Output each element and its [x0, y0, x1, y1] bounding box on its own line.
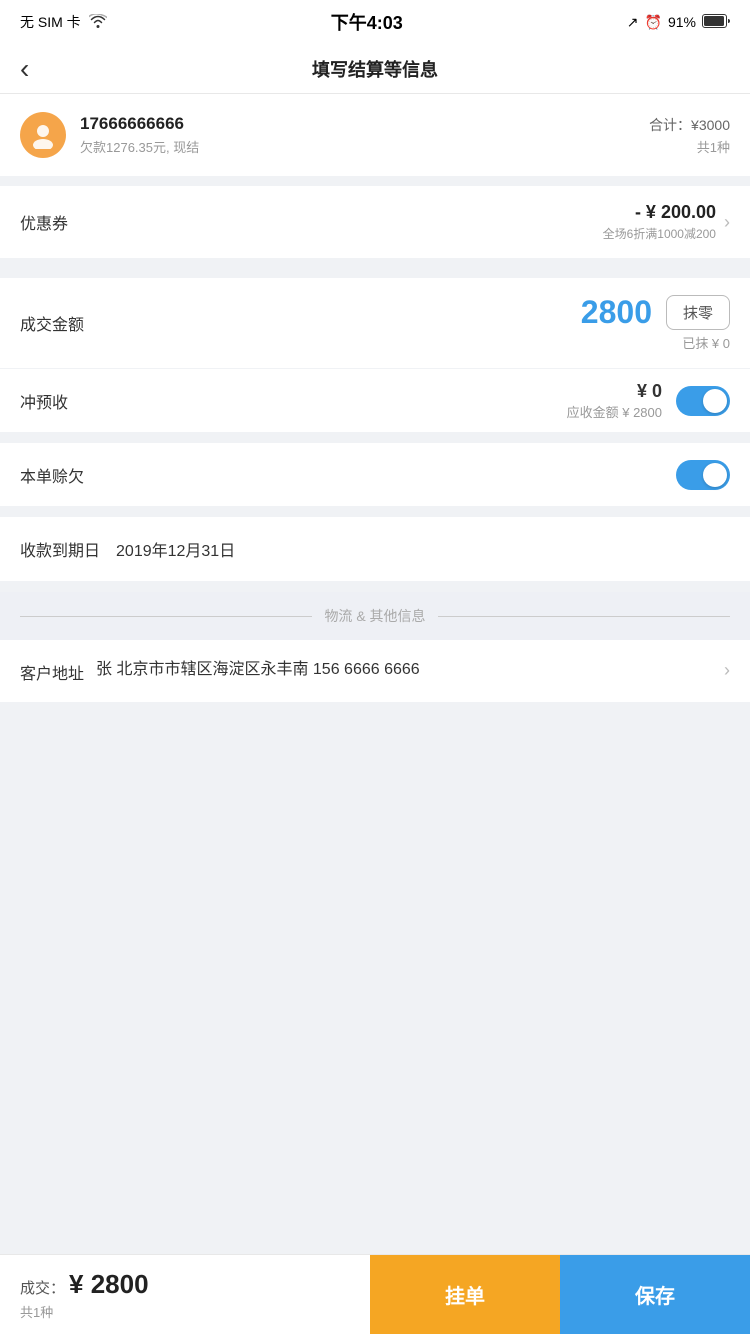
page-title: 填写结算等信息	[312, 56, 438, 82]
customer-sub: 欠款1276.35元, 现结	[80, 137, 199, 156]
hang-button[interactable]: 挂单	[370, 1255, 560, 1334]
round-zero-button[interactable]: 抹零	[666, 295, 730, 330]
coupon-chevron-icon: ›	[724, 212, 730, 233]
debt-toggle[interactable]	[676, 460, 730, 490]
deal-right: 2800 抹零 已抹 ¥ 0	[581, 294, 730, 352]
debt-row: 本单赊欠	[0, 443, 750, 507]
save-button[interactable]: 保存	[560, 1255, 750, 1334]
deal-value: 2800	[581, 294, 652, 331]
prepay-row: 冲预收 ¥ 0 应收金额 ¥ 2800	[0, 369, 750, 433]
customer-card: 17666666666 欠款1276.35元, 现结 合计：¥3000 共1种	[0, 94, 750, 176]
prepay-sub: 应收金额 ¥ 2800	[567, 402, 662, 421]
coupon-amount: - ¥ 200.00	[603, 202, 716, 223]
divider-text: 物流 & 其他信息	[324, 606, 425, 626]
address-chevron-icon: ›	[724, 660, 730, 681]
due-date-value: 2019年12月31日	[116, 537, 235, 561]
location-icon: ↗	[627, 14, 639, 31]
due-date-label: 收款到期日	[20, 537, 100, 561]
section-separator-3	[0, 507, 750, 517]
debt-label: 本单赊欠	[20, 463, 84, 487]
nav-bar: ‹ 填写结算等信息	[0, 44, 750, 94]
form-section: 成交金额 2800 抹零 已抹 ¥ 0 冲预收 ¥ 0 应收金额 ¥ 2800	[0, 278, 750, 433]
alarm-icon: ⏰	[645, 14, 662, 31]
sim-text: 无 SIM 卡	[20, 12, 81, 32]
content-area: 17666666666 欠款1276.35元, 现结 合计：¥3000 共1种 …	[0, 94, 750, 952]
coupon-right: - ¥ 200.00 全场6折满1000减200 ›	[603, 202, 730, 242]
divider-line-left	[20, 616, 312, 617]
address-label: 客户地址	[20, 660, 84, 684]
bottom-summary: 成交： ¥ 2800 共1种	[0, 1269, 370, 1321]
status-left: 无 SIM 卡	[20, 12, 107, 32]
coupon-desc: 全场6折满1000减200	[603, 225, 716, 242]
status-time: 下午4:03	[331, 9, 403, 35]
battery-text: 91%	[668, 14, 696, 30]
address-value: 张 北京市市辖区海淀区永丰南 156 6666 6666	[96, 658, 712, 682]
deal-top: 2800 抹零	[581, 294, 730, 331]
deal-sub: 已抹 ¥ 0	[682, 333, 730, 352]
section-separator-4	[0, 582, 750, 592]
bottom-bar: 成交： ¥ 2800 共1种 挂单 保存	[0, 1254, 750, 1334]
due-date-section: 收款到期日 2019年12月31日	[0, 517, 750, 582]
deal-label: 成交金额	[20, 311, 84, 335]
gray-area	[0, 702, 750, 862]
total-count: 共1种	[649, 137, 730, 156]
bottom-amount: ¥ 2800	[69, 1269, 149, 1300]
section-divider: 物流 & 其他信息	[0, 592, 750, 640]
customer-right: 合计：¥3000 共1种	[649, 115, 730, 156]
coupon-row[interactable]: 优惠券 - ¥ 200.00 全场6折满1000减200 ›	[0, 186, 750, 258]
prepay-label: 冲预收	[20, 389, 68, 413]
back-button[interactable]: ‹	[20, 45, 39, 93]
divider-line-right	[438, 616, 730, 617]
prepay-toggle[interactable]	[676, 386, 730, 416]
status-bar: 无 SIM 卡 下午4:03 ↗ ⏰ 91%	[0, 0, 750, 44]
customer-left: 17666666666 欠款1276.35元, 现结	[20, 112, 199, 158]
avatar	[20, 112, 66, 158]
debt-section: 本单赊欠	[0, 443, 750, 507]
deal-amount-row: 成交金额 2800 抹零 已抹 ¥ 0	[0, 278, 750, 369]
section-separator-1	[0, 268, 750, 278]
coupon-label: 优惠券	[20, 210, 68, 234]
wifi-icon	[89, 14, 107, 31]
customer-info: 17666666666 欠款1276.35元, 现结	[80, 114, 199, 156]
bottom-count: 共1种	[20, 1302, 350, 1321]
prepay-value: ¥ 0	[567, 381, 662, 402]
bottom-deal-label: 成交：	[20, 1277, 65, 1298]
battery-icon	[702, 14, 730, 31]
prepay-right: ¥ 0 应收金额 ¥ 2800	[567, 381, 730, 421]
customer-phone: 17666666666	[80, 114, 199, 134]
total-label: 合计：¥3000	[649, 115, 730, 135]
address-row[interactable]: 客户地址 张 北京市市辖区海淀区永丰南 156 6666 6666 ›	[0, 640, 750, 702]
section-separator-2	[0, 433, 750, 443]
status-right: ↗ ⏰ 91%	[627, 14, 730, 31]
due-date-row: 收款到期日 2019年12月31日	[0, 517, 750, 582]
